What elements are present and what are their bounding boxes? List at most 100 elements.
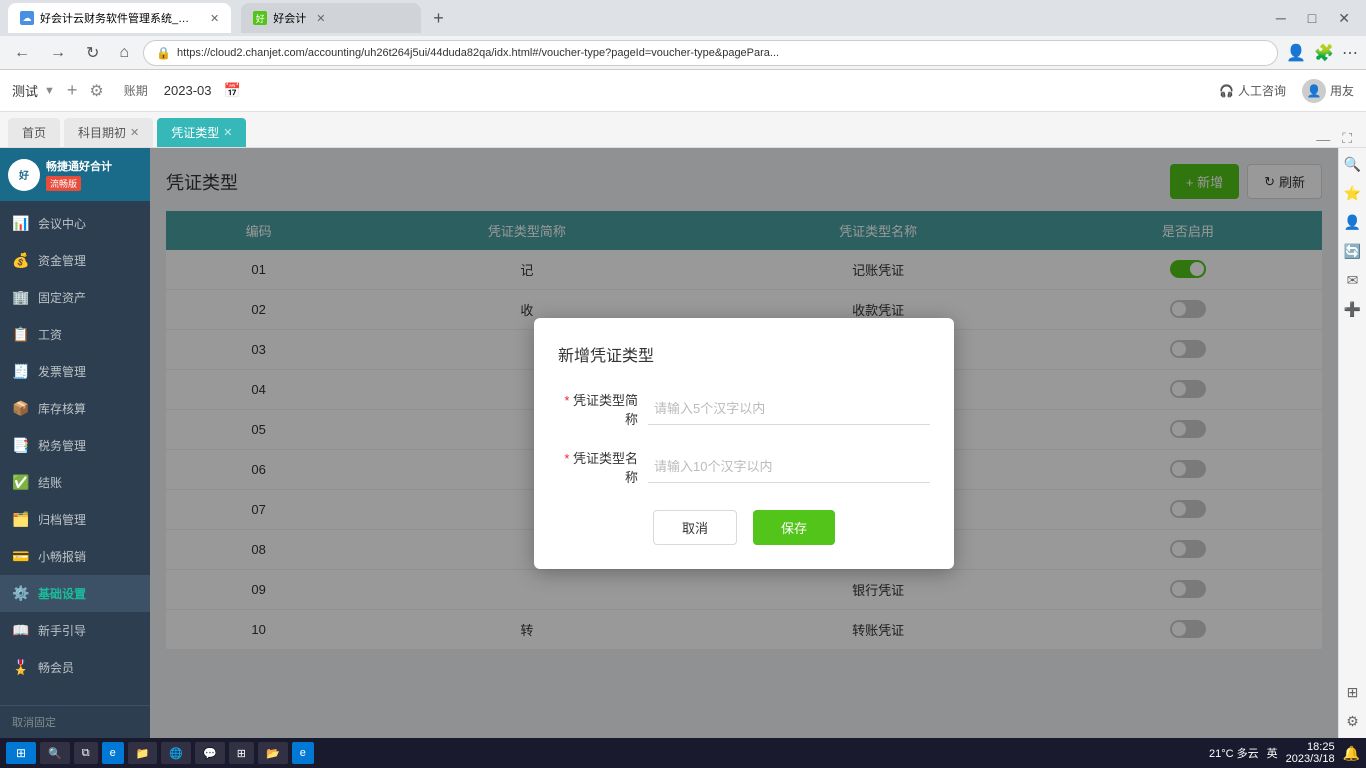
notification-icon[interactable]: 🔔 — [1343, 745, 1360, 762]
right-star-icon[interactable]: ⭐ — [1344, 185, 1361, 202]
settings-icon[interactable]: ⋯ — [1342, 43, 1358, 63]
add-tab-button[interactable]: + — [427, 8, 450, 29]
url-box[interactable]: 🔒 https://cloud2.chanjet.com/accounting/… — [143, 40, 1278, 66]
start-button[interactable]: ⊞ — [6, 742, 36, 764]
url-text: https://cloud2.chanjet.com/accounting/uh… — [177, 47, 779, 59]
tab-subject[interactable]: 科目期初 ✕ — [64, 118, 153, 147]
tab-voucher[interactable]: 凭证类型 ✕ — [157, 118, 246, 147]
taskbar-taskview[interactable]: ⧉ — [74, 742, 98, 764]
sidebar-item-settle[interactable]: ✅ 结账 — [0, 464, 150, 501]
taskbar-browser2[interactable]: e — [292, 742, 314, 764]
user-button[interactable]: 👤 用友 — [1302, 79, 1354, 103]
sidebar-item-label-archive: 归档管理 — [38, 511, 86, 528]
company-dropdown-icon[interactable]: ▼ — [44, 85, 55, 97]
add-company-button[interactable]: + — [67, 80, 78, 101]
sidebar-item-label-expense: 小畅报销 — [38, 548, 86, 565]
taskbar-date: 2023/3/18 — [1286, 753, 1335, 765]
logo-badge: 流畅版 — [46, 176, 81, 191]
sidebar-item-label-dashboard: 会议中心 — [38, 215, 86, 232]
tab-label-1: 好会计云财务软件管理系统_会计 — [40, 10, 200, 26]
sidebar-item-label-settle: 结账 — [38, 474, 62, 491]
sidebar-item-fund[interactable]: 💰 资金管理 — [0, 242, 150, 279]
sidebar-item-dashboard[interactable]: 📊 会议中心 — [0, 205, 150, 242]
refresh-button[interactable]: ↻ — [80, 41, 105, 65]
full-name-input[interactable] — [648, 451, 930, 483]
taskbar-explorer[interactable]: 📁 — [128, 742, 158, 764]
tab-close-1[interactable]: ✕ — [210, 12, 219, 25]
tab-close-2[interactable]: ✕ — [316, 12, 325, 25]
taskbar-time: 18:25 — [1286, 741, 1335, 753]
add-voucher-dialog: 新增凭证类型 凭证类型简称 凭证类型名称 取消 保存 — [534, 318, 954, 569]
full-name-label: 凭证类型名称 — [558, 448, 648, 486]
fund-icon: 💰 — [12, 252, 30, 269]
user-label: 用友 — [1330, 82, 1354, 99]
form-row-short: 凭证类型简称 — [558, 390, 930, 428]
sidebar-item-member[interactable]: 🎖️ 畅会员 — [0, 649, 150, 686]
forward-button[interactable]: → — [44, 42, 72, 64]
right-user-icon[interactable]: 👤 — [1344, 214, 1361, 231]
taskbar-wechat[interactable]: 💬 — [195, 742, 225, 764]
tab-voucher-close[interactable]: ✕ — [223, 126, 232, 139]
tab-home[interactable]: 首页 — [8, 118, 60, 147]
right-gear-icon[interactable]: ⚙ — [1346, 713, 1359, 730]
close-button[interactable]: ✕ — [1330, 10, 1358, 27]
home-button[interactable]: ⌂ — [113, 42, 135, 64]
consult-button[interactable]: 🎧 人工咨询 — [1219, 82, 1286, 99]
browser-chrome: ☁ 好会计云财务软件管理系统_会计 ✕ 好 好会计 ✕ + ─ □ ✕ — [0, 0, 1366, 36]
right-search-icon[interactable]: 🔍 — [1344, 156, 1361, 173]
sidebar-item-invoice[interactable]: 🧾 发票管理 — [0, 353, 150, 390]
sidebar-item-tax[interactable]: 📑 税务管理 — [0, 427, 150, 464]
cancel-button[interactable]: 取消 — [653, 510, 737, 545]
profile-icon[interactable]: 👤 — [1286, 43, 1306, 63]
sidebar-item-label-invoice: 发票管理 — [38, 363, 86, 380]
sidebar-item-settings[interactable]: ⚙️ 基础设置 — [0, 575, 150, 612]
unpin-button[interactable]: 取消固定 — [0, 705, 150, 738]
settle-icon: ✅ — [12, 474, 30, 491]
sidebar-item-expense[interactable]: 💳 小畅报销 — [0, 538, 150, 575]
tab-subject-close[interactable]: ✕ — [130, 126, 139, 139]
right-plus-icon[interactable]: ➕ — [1344, 301, 1361, 318]
sidebar-item-archive[interactable]: 🗂️ 归档管理 — [0, 501, 150, 538]
sidebar-logo: 好 畅捷通好合计 流畅版 — [0, 148, 150, 201]
payroll-icon: 📋 — [12, 326, 30, 343]
logo-icon: 好 — [8, 159, 40, 191]
guide-icon: 📖 — [12, 622, 30, 639]
tab-favicon-2: 好 — [253, 11, 267, 25]
taskbar-chrome[interactable]: 🌐 — [161, 742, 191, 764]
save-button[interactable]: 保存 — [753, 510, 835, 545]
headset-icon: 🎧 — [1219, 84, 1234, 98]
sidebar-item-label-fund: 资金管理 — [38, 252, 86, 269]
sidebar-item-fixed[interactable]: 🏢 固定资产 — [0, 279, 150, 316]
right-sync-icon[interactable]: 🔄 — [1344, 243, 1361, 260]
dialog-title: 新增凭证类型 — [558, 342, 930, 366]
maximize-button[interactable]: □ — [1300, 10, 1324, 26]
tab-active[interactable]: ☁ 好会计云财务软件管理系统_会计 ✕ — [8, 3, 231, 33]
extensions-icon[interactable]: 🧩 — [1314, 43, 1334, 63]
taskbar-apps[interactable]: ⊞ — [229, 742, 254, 764]
taskbar: ⊞ 🔍 ⧉ e 📁 🌐 💬 ⊞ 📂 e 21°C 多云 英 18:25 2023… — [0, 738, 1366, 768]
inventory-icon: 📦 — [12, 400, 30, 417]
right-mail-icon[interactable]: ✉ — [1347, 272, 1359, 289]
right-grid-icon[interactable]: ⊞ — [1347, 684, 1359, 701]
consult-label: 人工咨询 — [1238, 82, 1286, 99]
settings-gear-button[interactable]: ⚙ — [89, 81, 103, 101]
company-name: 测试 — [12, 81, 38, 100]
back-button[interactable]: ← — [8, 42, 36, 64]
sidebar-item-payroll[interactable]: 📋 工资 — [0, 316, 150, 353]
company-selector[interactable]: 测试 ▼ — [12, 81, 55, 100]
tab-inactive[interactable]: 好 好会计 ✕ — [241, 3, 421, 33]
tab-expand-icon[interactable]: ⛶ — [1336, 130, 1358, 147]
sidebar-menu: 📊 会议中心 💰 资金管理 🏢 固定资产 📋 工资 🧾 发票管理 📦 库 — [0, 201, 150, 705]
sidebar-item-inventory[interactable]: 📦 库存核算 — [0, 390, 150, 427]
taskbar-files[interactable]: 📂 — [258, 742, 288, 764]
taskbar-search[interactable]: 🔍 — [40, 742, 70, 764]
short-name-input[interactable] — [648, 393, 930, 425]
calendar-icon[interactable]: 📅 — [224, 82, 241, 99]
taskbar-edge[interactable]: e — [102, 742, 124, 764]
tab-minimize-icon[interactable]: — — [1310, 131, 1336, 147]
dialog-footer: 取消 保存 — [558, 510, 930, 545]
browser-actions: 👤 🧩 ⋯ — [1286, 43, 1358, 63]
sidebar-item-guide[interactable]: 📖 新手引导 — [0, 612, 150, 649]
minimize-button[interactable]: ─ — [1268, 10, 1294, 26]
taskbar-weather: 21°C 多云 — [1209, 745, 1259, 761]
